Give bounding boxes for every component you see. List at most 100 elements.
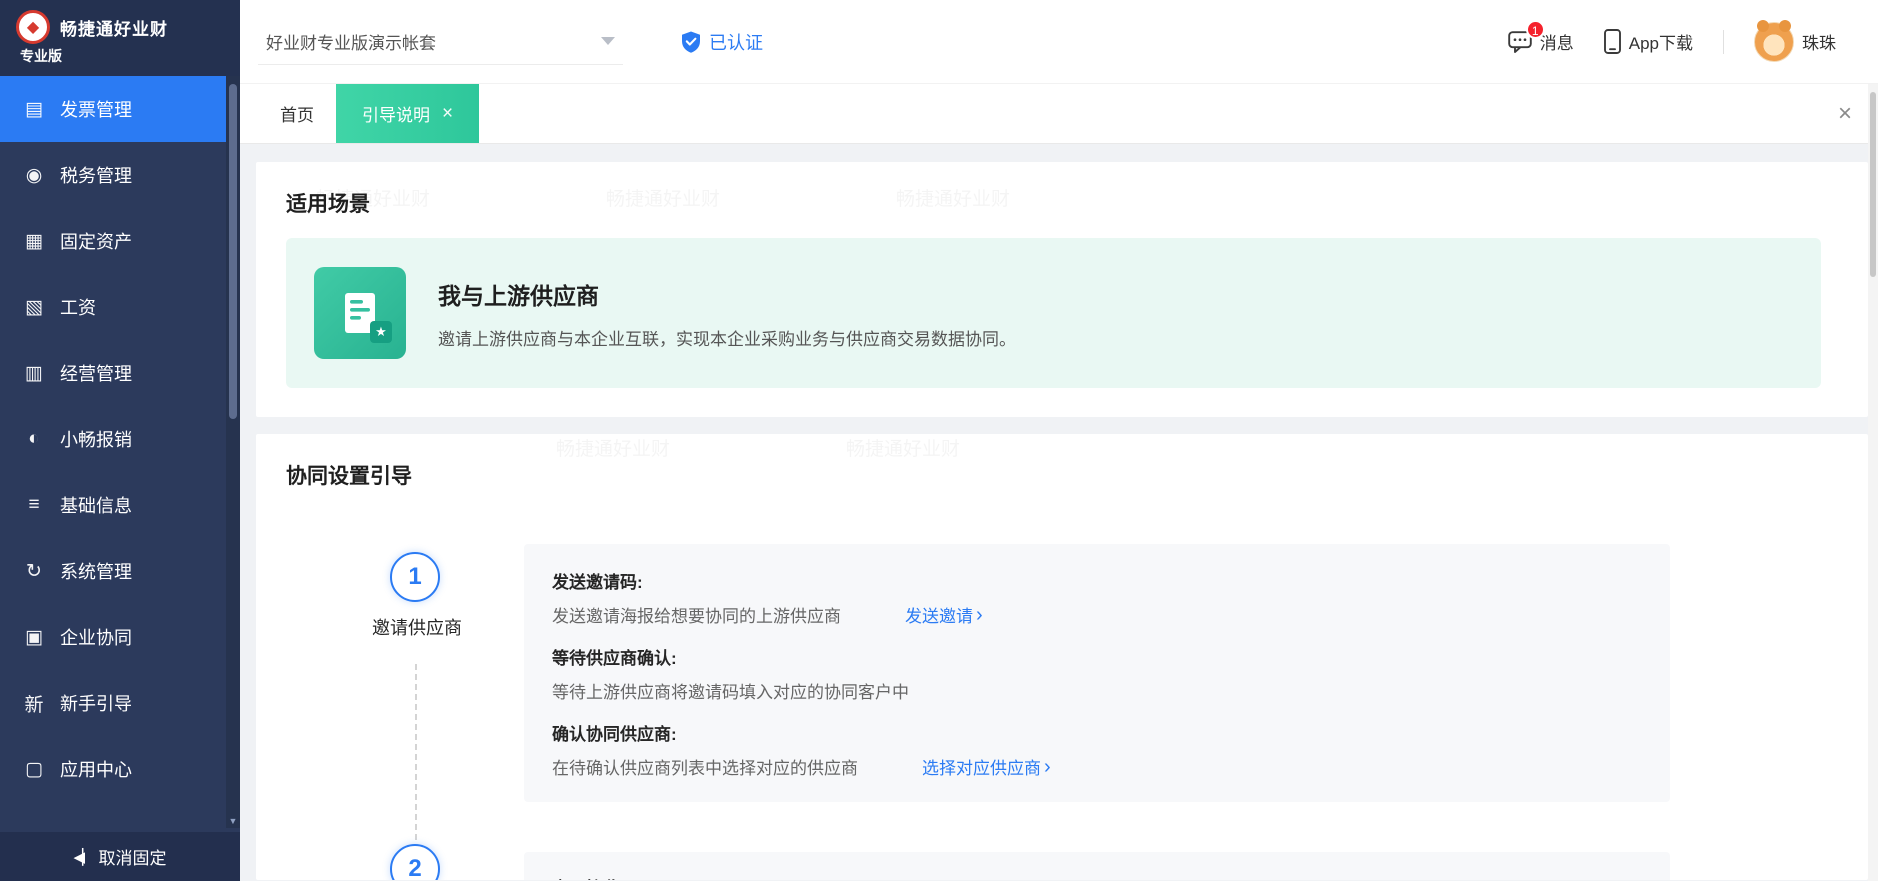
step-connector-line — [415, 664, 417, 840]
unpin-sidebar-button[interactable]: ◀▏ 取消固定 — [0, 832, 240, 881]
shield-icon — [682, 31, 700, 53]
guide-steps: 1 邀请供应商 2 发送邀请码: 发送邀请海报给想要协同的上游供应商 发送邀请 — [286, 514, 1838, 880]
tab-close-icon[interactable]: × — [442, 104, 453, 123]
sidebar-item-label: 基础信息 — [60, 496, 132, 516]
app-download-button[interactable]: App下载 — [1603, 29, 1693, 54]
page-scrollbar[interactable] — [1868, 84, 1878, 881]
section-title-guide: 协同设置引导 — [286, 465, 412, 488]
message-count-badge: 1 — [1525, 19, 1545, 39]
guide-section: 畅捷通好业财 畅捷通好业财 协同设置引导 1 邀请供应商 2 发送邀请码: 发送… — [256, 434, 1868, 880]
sidebar-item-basic-info[interactable]: ≡ 基础信息 — [0, 472, 240, 538]
account-set-value: 好业财专业版演示帐套 — [266, 33, 436, 53]
sidebar-item-beginner-guide[interactable]: 新 新手引导 — [0, 670, 240, 736]
sidebar-item-label: 发票管理 — [60, 100, 132, 120]
select-supplier-link[interactable]: 选择对应供应商 › — [922, 754, 1051, 779]
topbar-actions: 1 消息 App下载 珠珠 — [1508, 19, 1836, 62]
sidebar-menu: ▤ 发票管理 ◉ 税务管理 ▦ 固定资产 ▧ 工资 ▥ 经营管理 ◐ 小畅报销 — [0, 76, 240, 802]
messages-label: 消息 — [1539, 34, 1574, 53]
app-download-label: App下载 — [1628, 34, 1693, 53]
guide-item-title: 商品接收: — [552, 874, 1642, 880]
chevron-right-icon: › — [1044, 755, 1051, 778]
verified-label: 已认证 — [709, 32, 763, 53]
page-scrollbar-thumb[interactable] — [1870, 92, 1876, 277]
app-root: ◆ 畅捷通好业财 专业版 ▤ 发票管理 ◉ 税务管理 ▦ 固定资产 ▧ 工资 ▥… — [0, 0, 1878, 881]
salary-icon: ▧ — [25, 296, 43, 318]
guide-item-confirm-supplier: 确认协同供应商: 在待确认供应商列表中选择对应的供应商 选择对应供应商 › — [552, 720, 1642, 779]
system-icon: ↻ — [26, 560, 42, 582]
basic-info-icon: ≡ — [28, 494, 40, 515]
supplier-document-icon: ★ — [314, 267, 406, 359]
avatar — [1754, 19, 1794, 62]
scenario-card: ★ 我与上游供应商 邀请上游供应商与本企业互联，实现本企业采购业务与供应商交易数… — [286, 238, 1821, 388]
divider — [1723, 29, 1724, 54]
sidebar-item-salary[interactable]: ▧ 工资 — [0, 274, 240, 340]
guide-item-title: 等待供应商确认: — [552, 649, 677, 668]
sidebar-item-label: 系统管理 — [60, 562, 132, 582]
account-set-select[interactable]: 好业财专业版演示帐套 — [258, 19, 623, 65]
main-content: 畅捷通好业财 畅捷通好业财 畅捷通好业财 适用场景 ★ 我与上游供应商 邀请上游… — [240, 144, 1878, 881]
sidebar-item-reimburse[interactable]: ◐ 小畅报销 — [0, 406, 240, 472]
sidebar-item-label: 固定资产 — [60, 232, 132, 252]
phone-icon — [1603, 29, 1621, 54]
user-name: 珠珠 — [1802, 34, 1836, 53]
tax-icon: ◉ — [25, 164, 43, 186]
scenario-card-title: 我与上游供应商 — [438, 282, 599, 309]
messages-button[interactable]: 1 消息 — [1508, 19, 1574, 54]
tabbar: 首页 引导说明 × × — [240, 84, 1878, 144]
guide-item-goods-receive: 商品接收: — [552, 874, 1642, 880]
scroll-down-icon[interactable]: ▼ — [226, 816, 240, 826]
sidebar-item-label: 小畅报销 — [60, 430, 132, 450]
guide-item-desc: 等待上游供应商将邀请码填入对应的协同客户中 — [552, 683, 909, 702]
brand-edition: 专业版 — [20, 48, 62, 64]
sidebar-item-invoice[interactable]: ▤ 发票管理 — [0, 76, 240, 142]
sidebar-item-system[interactable]: ↻ 系统管理 — [0, 538, 240, 604]
star-icon: ★ — [370, 321, 392, 343]
user-menu[interactable]: 珠珠 — [1754, 19, 1836, 62]
step-1-label: 邀请供应商 — [372, 618, 462, 638]
app-logo: ◆ 畅捷通好业财 专业版 — [0, 0, 240, 76]
tab-label: 引导说明 — [362, 106, 430, 125]
step-number: 1 — [408, 563, 422, 590]
scenario-card-desc: 邀请上游供应商与本企业互联，实现本企业采购业务与供应商交易数据协同。 — [438, 329, 1016, 349]
sidebar-item-app-center[interactable]: ▢ 应用中心 — [0, 736, 240, 802]
tab-label: 首页 — [280, 106, 314, 125]
collaboration-icon: ▣ — [25, 626, 43, 648]
brand-name: 畅捷通好业财 — [60, 19, 168, 39]
brand-logo-icon: ◆ — [16, 10, 50, 44]
guide-item-desc: 在待确认供应商列表中选择对应的供应商 — [552, 759, 858, 778]
step-1-panel: 发送邀请码: 发送邀请海报给想要协同的上游供应商 发送邀请 › 等待供应商确认: — [524, 544, 1670, 802]
beginner-guide-icon: 新 — [24, 694, 44, 716]
unpin-icon: ◀▏ — [73, 848, 93, 866]
business-icon: ▥ — [25, 362, 43, 384]
tab-home[interactable]: 首页 — [258, 84, 336, 143]
tab-guide[interactable]: 引导说明 × — [336, 84, 480, 143]
section-title-scenario: 适用场景 — [286, 193, 370, 216]
app-center-icon: ▢ — [25, 758, 43, 780]
sidebar-item-fixed-assets[interactable]: ▦ 固定资产 — [0, 208, 240, 274]
topbar: 好业财专业版演示帐套 已认证 1 消息 App下载 珠珠 — [240, 0, 1878, 84]
sidebar-item-label: 新手引导 — [60, 694, 132, 714]
sidebar-item-tax[interactable]: ◉ 税务管理 — [0, 142, 240, 208]
watermark: 畅捷通好业财 — [556, 434, 670, 461]
guide-item-desc: 发送邀请海报给想要协同的上游供应商 — [552, 607, 841, 626]
unpin-label: 取消固定 — [98, 849, 167, 868]
sidebar-scrollbar[interactable]: ▼ — [226, 76, 240, 828]
verified-badge: 已认证 — [681, 29, 763, 55]
close-tabs-button[interactable]: × — [1838, 84, 1852, 143]
sidebar-item-business[interactable]: ▥ 经营管理 — [0, 340, 240, 406]
send-invite-link[interactable]: 发送邀请 › — [905, 602, 983, 627]
watermark: 畅捷通好业财 — [846, 434, 960, 461]
chevron-down-icon — [601, 37, 615, 45]
sidebar-scrollbar-thumb[interactable] — [229, 84, 237, 419]
guide-item-title: 发送邀请码: — [552, 573, 643, 592]
sidebar: ◆ 畅捷通好业财 专业版 ▤ 发票管理 ◉ 税务管理 ▦ 固定资产 ▧ 工资 ▥… — [0, 0, 240, 881]
sidebar-item-label: 应用中心 — [60, 760, 132, 780]
chevron-right-icon: › — [976, 603, 983, 626]
sidebar-item-label: 企业协同 — [60, 628, 132, 648]
step-2-panel: 商品接收: — [524, 852, 1670, 880]
step-number: 2 — [408, 855, 422, 880]
fixed-assets-icon: ▦ — [25, 230, 43, 252]
guide-item-title: 确认协同供应商: — [552, 725, 677, 744]
sidebar-item-collaboration[interactable]: ▣ 企业协同 — [0, 604, 240, 670]
guide-item-send-code: 发送邀请码: 发送邀请海报给想要协同的上游供应商 发送邀请 › — [552, 568, 1642, 627]
